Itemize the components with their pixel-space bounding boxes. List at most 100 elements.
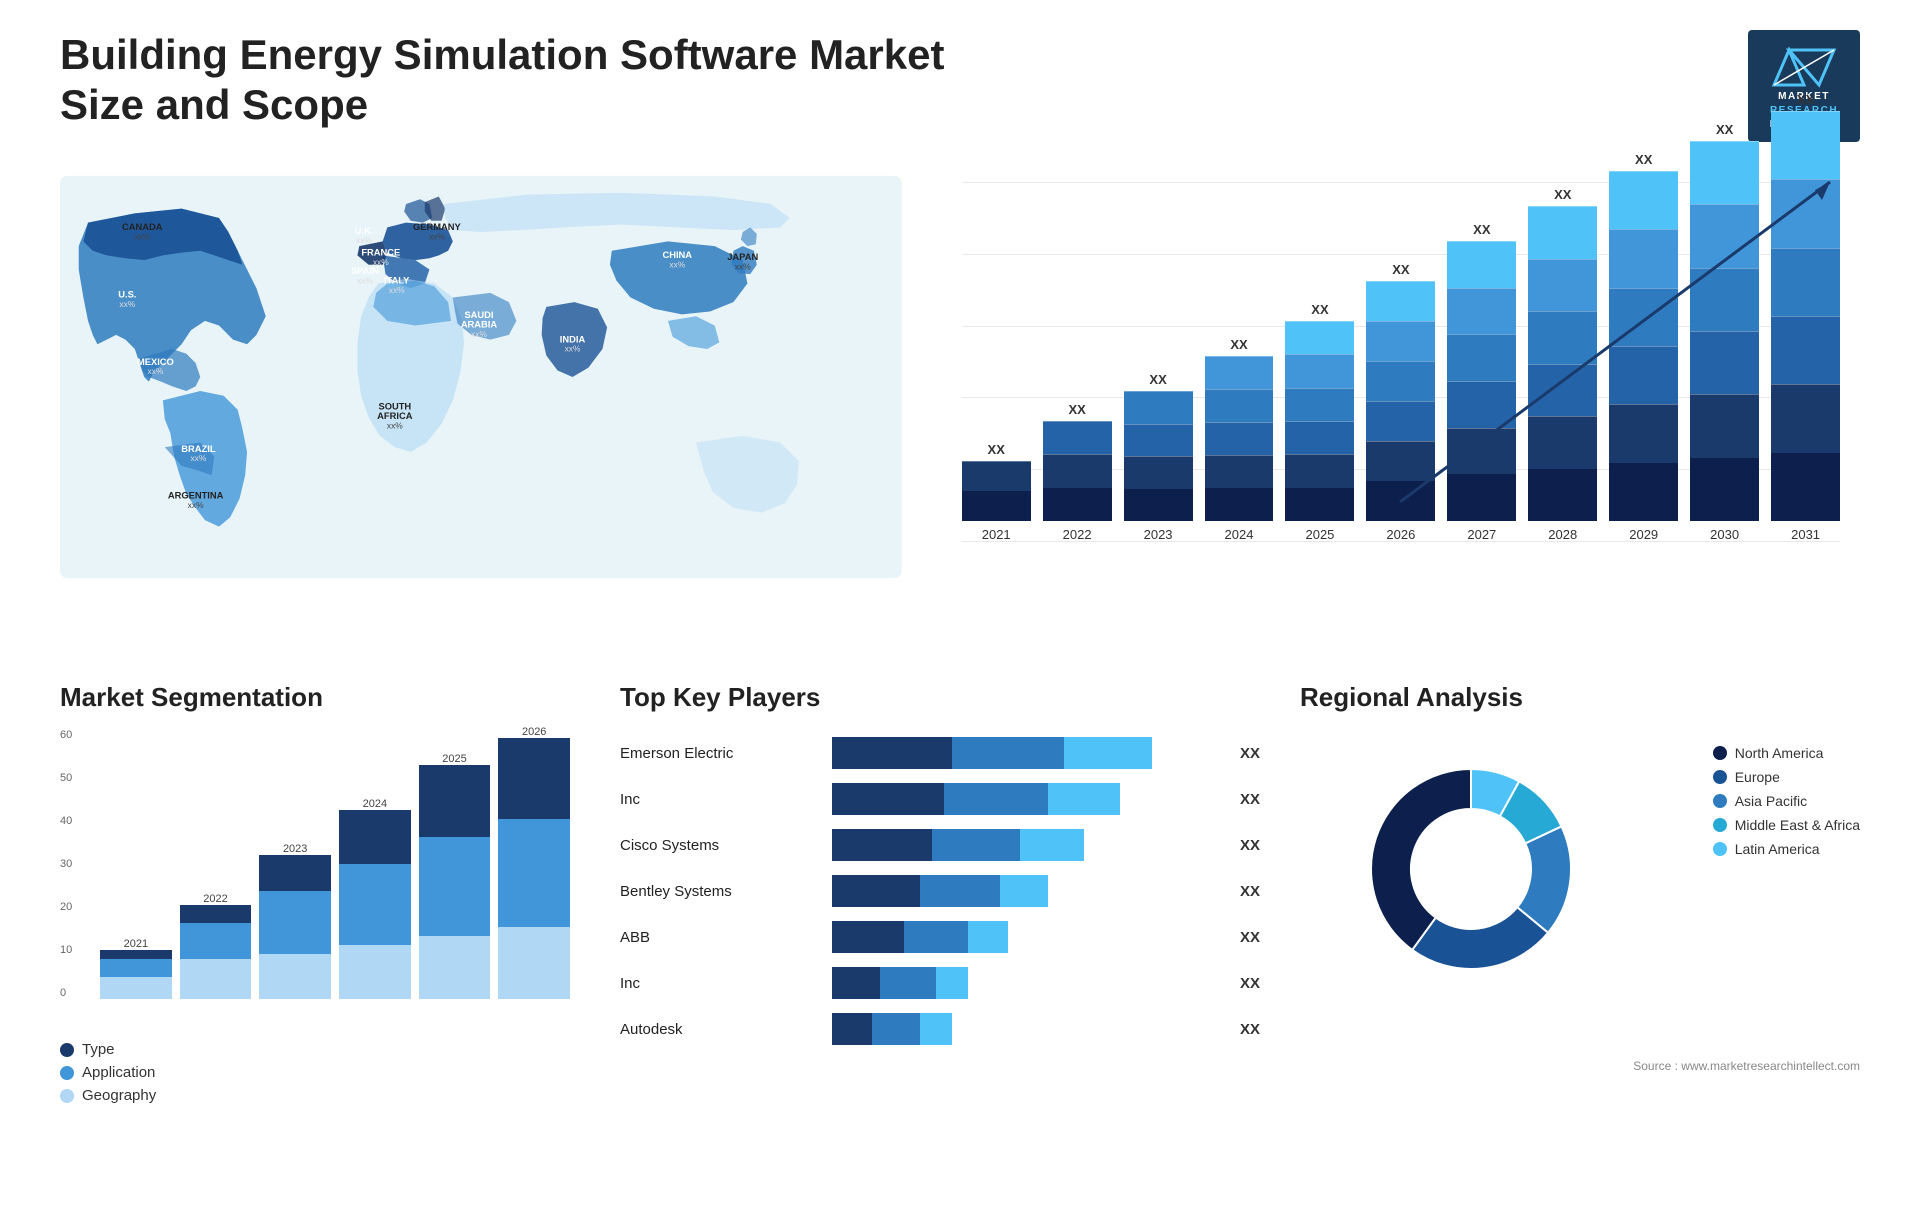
player-bar-seg1 <box>832 783 944 815</box>
bar-chart-area: XX2021XX2022XX2023XX2024XX2025XX2026XX20… <box>942 162 1860 582</box>
svg-text:xx%: xx% <box>356 235 372 245</box>
bar-segment <box>1205 356 1274 389</box>
page-title: Building Energy Simulation Software Mark… <box>60 30 960 131</box>
bar-chart-section: XX2021XX2022XX2023XX2024XX2025XX2026XX20… <box>942 162 1860 642</box>
bar-segment <box>1447 288 1516 335</box>
logo-icon <box>1764 40 1844 90</box>
bar-segment <box>1043 488 1112 521</box>
regional-legend-item: Latin America <box>1713 841 1820 857</box>
seg-bar-group: 2024 <box>339 794 411 999</box>
donut-segment <box>1371 769 1471 950</box>
player-bar-container <box>832 737 1220 769</box>
y-axis-label: 10 <box>60 944 72 956</box>
bar-segment <box>962 461 1031 491</box>
player-bar-seg3 <box>936 967 968 999</box>
bar-value-label: XX <box>1311 302 1328 317</box>
player-row: IncXX <box>620 783 1260 815</box>
seg-legend: TypeApplicationGeography <box>60 1041 580 1104</box>
player-bar-seg1 <box>832 875 920 907</box>
bar-group: XX2023 <box>1124 372 1193 542</box>
bar-year-label: 2026 <box>1386 527 1415 542</box>
seg-geography-bar <box>339 945 411 999</box>
player-bar-container <box>832 967 1220 999</box>
regional-legend-label: Latin America <box>1735 841 1820 857</box>
player-name: Inc <box>620 975 820 992</box>
seg-application-bar <box>100 959 172 977</box>
legend-circle <box>1713 794 1727 808</box>
legend-circle <box>1713 842 1727 856</box>
regional-title: Regional Analysis <box>1300 682 1860 713</box>
legend-dot <box>60 1089 74 1103</box>
bar-stack <box>1690 141 1759 521</box>
player-bar-seg2 <box>872 1013 920 1045</box>
seg-geography-bar <box>419 936 491 999</box>
bar-year-label: 2029 <box>1629 527 1658 542</box>
bar-segment <box>1285 388 1354 421</box>
player-bar-container <box>832 921 1220 953</box>
bar-stack <box>1285 321 1354 521</box>
bar-segment <box>1043 454 1112 487</box>
bar-segment <box>1690 331 1759 394</box>
seg-year-label: 2026 <box>522 726 546 738</box>
player-name: Cisco Systems <box>620 837 820 854</box>
bar-segment <box>1528 416 1597 469</box>
bar-group: XX2030 <box>1690 122 1759 542</box>
seg-application-bar <box>259 891 331 954</box>
map-section: CANADA xx% U.S. xx% MEXICO xx% BRAZIL xx… <box>60 162 902 642</box>
bar-segment <box>1285 454 1354 487</box>
legend-dot <box>60 1043 74 1057</box>
bar-value-label: XX <box>1554 187 1571 202</box>
seg-geography-bar <box>259 954 331 999</box>
y-axis-label: 50 <box>60 772 72 784</box>
bar-segment <box>1447 474 1516 521</box>
donut-svg <box>1331 729 1611 1009</box>
seg-bar-group: 2021 <box>100 934 172 1000</box>
bar-segment <box>1205 455 1274 488</box>
player-name: Bentley Systems <box>620 883 820 900</box>
player-row: Bentley SystemsXX <box>620 875 1260 907</box>
y-axis-label: 30 <box>60 858 72 870</box>
seg-year-label: 2023 <box>283 843 307 855</box>
legend-circle <box>1713 818 1727 832</box>
bar-year-label: 2021 <box>982 527 1011 542</box>
bar-segment <box>1043 421 1112 454</box>
page-container: Building Energy Simulation Software Mark… <box>0 0 1920 1232</box>
bar-stack <box>1124 391 1193 521</box>
player-row: IncXX <box>620 967 1260 999</box>
regional-section: Regional Analysis North AmericaEuropeAsi… <box>1300 682 1860 1202</box>
bar-stack <box>1609 171 1678 521</box>
seg-year-label: 2021 <box>124 938 148 950</box>
bar-segment <box>1447 241 1516 288</box>
bar-year-label: 2022 <box>1063 527 1092 542</box>
seg-type-bar <box>419 765 491 837</box>
player-row: ABBXX <box>620 921 1260 953</box>
player-bar-seg2 <box>880 967 936 999</box>
bar-group: XX2028 <box>1528 187 1597 542</box>
bar-group: XX2031 <box>1771 92 1840 542</box>
bar-segment <box>1771 316 1840 384</box>
bar-segment <box>1528 364 1597 417</box>
bar-group: XX2026 <box>1366 262 1435 542</box>
bar-segment <box>1690 268 1759 331</box>
bar-segment <box>1690 458 1759 521</box>
player-bar-seg2 <box>932 829 1020 861</box>
bar-stack <box>1447 241 1516 521</box>
player-bar-container <box>832 1013 1220 1045</box>
player-name: Autodesk <box>620 1021 820 1038</box>
bar-segment <box>1609 346 1678 404</box>
svg-text:xx%: xx% <box>357 275 373 285</box>
bar-segment <box>1366 321 1435 361</box>
regional-legend-label: Europe <box>1735 769 1780 785</box>
player-bar-seg1 <box>832 1013 872 1045</box>
svg-text:xx%: xx% <box>190 453 206 463</box>
player-bar-seg3 <box>1064 737 1152 769</box>
bar-segment <box>1528 259 1597 312</box>
bar-segment <box>1771 453 1840 521</box>
bar-group: XX2024 <box>1205 337 1274 542</box>
bar-segment <box>1690 394 1759 457</box>
player-bar-seg1 <box>832 829 932 861</box>
seg-application-bar <box>498 819 570 927</box>
player-value: XX <box>1240 929 1260 946</box>
regional-legend-label: Middle East & Africa <box>1735 817 1860 833</box>
bar-segment <box>1690 141 1759 204</box>
